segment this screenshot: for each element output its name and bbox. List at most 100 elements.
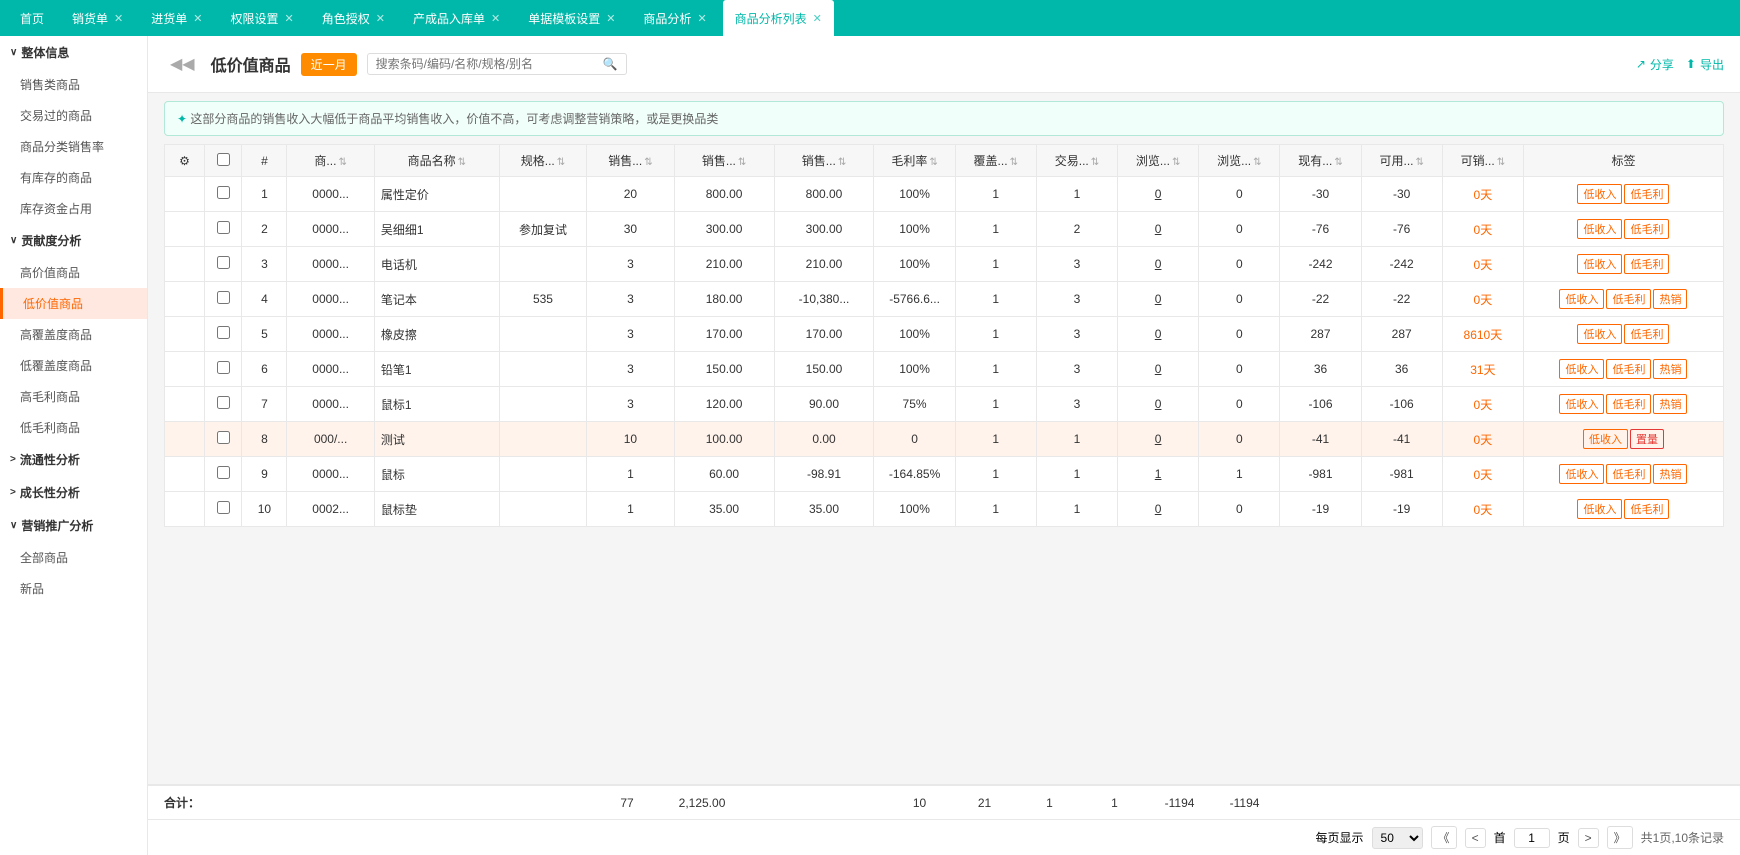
- close-icon[interactable]: ✕: [697, 12, 706, 25]
- col-browse1[interactable]: 浏览...⇅: [1118, 145, 1199, 177]
- row-checkbox[interactable]: [217, 361, 230, 374]
- search-input[interactable]: [376, 57, 599, 71]
- sidebar-group-growth[interactable]: > 成长性分析: [0, 476, 147, 509]
- row-checkbox[interactable]: [217, 431, 230, 444]
- browse-link[interactable]: 1: [1155, 467, 1162, 481]
- collapse-sidebar-button[interactable]: ◀◀: [164, 46, 201, 82]
- col-browse2[interactable]: 浏览...⇅: [1199, 145, 1280, 177]
- col-stock1[interactable]: 现有...⇅: [1280, 145, 1361, 177]
- nav-finished-goods[interactable]: 产成品入库单 ✕: [401, 0, 512, 36]
- code-cell: 0000...: [287, 177, 374, 212]
- cover-cell: 1: [955, 387, 1036, 422]
- table-container[interactable]: ⚙ # 商...⇅ 商品名称⇅ 规格...⇅ 销售...⇅ 销售...⇅ 销售.…: [164, 144, 1724, 784]
- close-icon[interactable]: ✕: [114, 12, 123, 25]
- col-coverage[interactable]: 覆盖...⇅: [955, 145, 1036, 177]
- browse-link[interactable]: 0: [1155, 502, 1162, 516]
- close-icon[interactable]: ✕: [285, 12, 294, 25]
- export-button[interactable]: ⬆ 导出: [1686, 56, 1724, 73]
- row-checkbox[interactable]: [217, 466, 230, 479]
- browse-link[interactable]: 0: [1155, 257, 1162, 271]
- browse-link[interactable]: 0: [1155, 362, 1162, 376]
- sidebar-group-marketing[interactable]: ∨ 营销推广分析: [0, 509, 147, 542]
- sidebar-item-sales-products[interactable]: 销售类商品: [0, 69, 147, 100]
- nav-home[interactable]: 首页: [8, 0, 56, 36]
- row-checkbox[interactable]: [217, 501, 230, 514]
- nav-sales-order[interactable]: 销货单 ✕: [60, 0, 135, 36]
- s2-cell: 100.00: [674, 422, 774, 457]
- browse-link[interactable]: 0: [1155, 222, 1162, 236]
- col-settings[interactable]: ⚙: [165, 145, 205, 177]
- settings-cell: [165, 352, 205, 387]
- days-cell: 31天: [1442, 352, 1523, 387]
- close-icon[interactable]: ✕: [376, 12, 385, 25]
- select-all-checkbox[interactable]: [217, 153, 230, 166]
- days-value: 0天: [1474, 468, 1493, 482]
- row-checkbox[interactable]: [217, 256, 230, 269]
- sidebar-item-all-products[interactable]: 全部商品: [0, 542, 147, 573]
- filter-recent-month-button[interactable]: 近一月: [301, 53, 357, 76]
- close-icon[interactable]: ✕: [193, 12, 202, 25]
- sidebar-item-stock-capital[interactable]: 库存资金占用: [0, 193, 147, 224]
- col-stock2[interactable]: 可用...⇅: [1361, 145, 1442, 177]
- chevron-down-icon: ∨: [10, 520, 17, 531]
- sidebar-group-contribution[interactable]: ∨ 贡献度分析: [0, 224, 147, 257]
- browse-link[interactable]: 0: [1155, 432, 1162, 446]
- browse-link[interactable]: 0: [1155, 292, 1162, 306]
- row-checkbox[interactable]: [217, 291, 230, 304]
- sort-icon: ⇅: [738, 157, 746, 168]
- sidebar-item-high-value[interactable]: 高价值商品: [0, 257, 147, 288]
- browse-link[interactable]: 0: [1155, 187, 1162, 201]
- browse1-cell: 1: [1118, 457, 1199, 492]
- nav-roles[interactable]: 角色授权 ✕: [310, 0, 397, 36]
- sidebar-group-circulation[interactable]: > 流通性分析: [0, 443, 147, 476]
- sidebar-group-overall[interactable]: ∨ 整体信息: [0, 36, 147, 69]
- page-number-input[interactable]: [1514, 828, 1550, 848]
- col-trade[interactable]: 交易...⇅: [1036, 145, 1117, 177]
- sidebar-item-category-rate[interactable]: 商品分类销售率: [0, 131, 147, 162]
- nav-permissions[interactable]: 权限设置 ✕: [218, 0, 305, 36]
- sidebar-item-low-value[interactable]: 低价值商品: [0, 288, 147, 319]
- last-page-button[interactable]: 》: [1607, 826, 1633, 849]
- row-checkbox[interactable]: [217, 221, 230, 234]
- col-code[interactable]: 商...⇅: [287, 145, 374, 177]
- nav-product-analysis[interactable]: 商品分析 ✕: [631, 0, 718, 36]
- search-icon[interactable]: 🔍: [603, 57, 618, 71]
- sidebar-item-low-coverage[interactable]: 低覆盖度商品: [0, 350, 147, 381]
- sidebar-item-traded-products[interactable]: 交易过的商品: [0, 100, 147, 131]
- col-checkbox[interactable]: [204, 145, 241, 177]
- col-name[interactable]: 商品名称⇅: [374, 145, 499, 177]
- prev-page-button[interactable]: <: [1465, 828, 1486, 848]
- close-icon[interactable]: ✕: [606, 12, 615, 25]
- browse-link[interactable]: 0: [1155, 397, 1162, 411]
- sidebar-item-low-margin[interactable]: 低毛利商品: [0, 412, 147, 443]
- col-sale1[interactable]: 销售...⇅: [587, 145, 674, 177]
- sidebar-item-high-coverage[interactable]: 高覆盖度商品: [0, 319, 147, 350]
- col-sale2[interactable]: 销售...⇅: [674, 145, 774, 177]
- sidebar-item-stock-products[interactable]: 有库存的商品: [0, 162, 147, 193]
- nav-template-settings[interactable]: 单据模板设置 ✕: [516, 0, 627, 36]
- share-button[interactable]: ↗ 分享: [1636, 56, 1674, 73]
- row-checkbox[interactable]: [217, 186, 230, 199]
- next-page-button[interactable]: >: [1578, 828, 1599, 848]
- col-sellable[interactable]: 可销...⇅: [1442, 145, 1523, 177]
- page-size-select[interactable]: 50 100 200: [1372, 827, 1423, 849]
- sidebar-item-high-margin[interactable]: 高毛利商品: [0, 381, 147, 412]
- browse2-cell: 0: [1199, 492, 1280, 527]
- stock1-cell: -30: [1280, 177, 1361, 212]
- row-checkbox[interactable]: [217, 326, 230, 339]
- first-page-button[interactable]: 《: [1431, 826, 1457, 849]
- col-spec[interactable]: 规格...⇅: [499, 145, 586, 177]
- sidebar-item-new-products[interactable]: 新品: [0, 573, 147, 604]
- col-sale3[interactable]: 销售...⇅: [774, 145, 874, 177]
- browse-link[interactable]: 0: [1155, 327, 1162, 341]
- nav-purchase-order[interactable]: 进货单 ✕: [139, 0, 214, 36]
- close-icon[interactable]: ✕: [813, 12, 822, 25]
- pagination-bar: 每页显示 50 100 200 《 < 首 页 > 》 共1页,10条记录: [148, 819, 1740, 855]
- trade-cell: 1: [1036, 177, 1117, 212]
- s2-cell: 210.00: [674, 247, 774, 282]
- col-margin[interactable]: 毛利率⇅: [874, 145, 955, 177]
- close-icon[interactable]: ✕: [491, 12, 500, 25]
- row-checkbox[interactable]: [217, 396, 230, 409]
- nav-product-analysis-list[interactable]: 商品分析列表 ✕: [723, 0, 834, 36]
- stock1-cell: 287: [1280, 317, 1361, 352]
